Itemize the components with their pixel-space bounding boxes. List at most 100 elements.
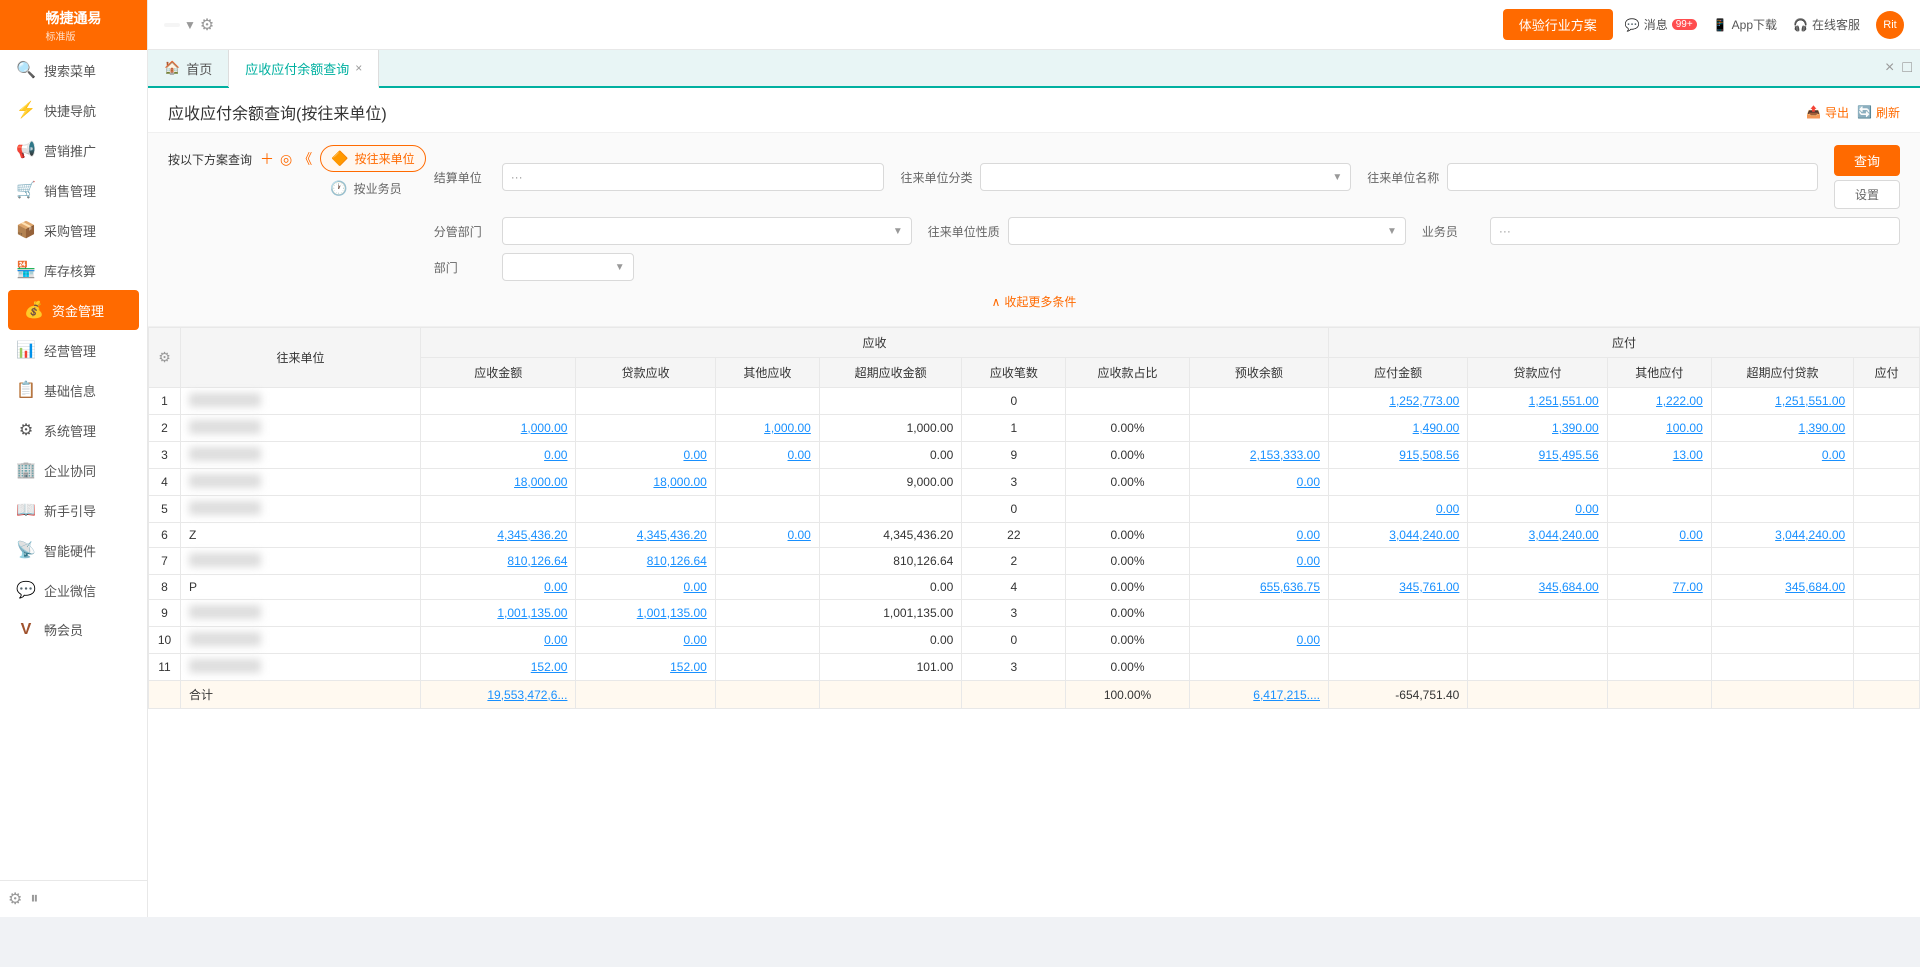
sidebar-item-nav[interactable]: ⚡ 快捷导航 bbox=[0, 90, 147, 130]
online-service-button[interactable]: 🎧 在线客服 bbox=[1793, 16, 1860, 33]
table-cell[interactable] bbox=[1711, 496, 1853, 523]
table-cell[interactable]: 1,001,135.00 bbox=[576, 600, 715, 627]
tab-fullscreen-icon[interactable]: □ bbox=[1902, 59, 1912, 77]
table-cell[interactable]: 1,252,773.00 bbox=[1329, 388, 1468, 415]
table-cell[interactable] bbox=[1607, 548, 1711, 575]
table-cell[interactable]: 810,126.64 bbox=[421, 548, 576, 575]
table-cell[interactable] bbox=[1468, 469, 1607, 496]
table-cell[interactable] bbox=[1329, 548, 1468, 575]
table-cell[interactable]: 915,508.56 bbox=[1329, 442, 1468, 469]
sidebar-item-base-info[interactable]: 📋 基础信息 bbox=[0, 370, 147, 410]
table-cell[interactable]: 345,761.00 bbox=[1329, 575, 1468, 600]
sidebar-item-inventory[interactable]: 🏪 库存核算 bbox=[0, 250, 147, 290]
table-cell[interactable]: 0.00 bbox=[421, 575, 576, 600]
refresh-button[interactable]: 🔄 刷新 bbox=[1857, 104, 1900, 121]
table-cell[interactable] bbox=[715, 575, 819, 600]
table-cell[interactable] bbox=[715, 496, 819, 523]
table-cell[interactable]: 0.00 bbox=[576, 627, 715, 654]
table-cell[interactable]: 3,044,240.00 bbox=[1711, 523, 1853, 548]
table-cell[interactable]: 0.00 bbox=[715, 523, 819, 548]
table-cell[interactable]: 0.00 bbox=[1711, 442, 1853, 469]
table-cell[interactable]: 152.00 bbox=[576, 654, 715, 681]
table-cell[interactable]: 3,044,240.00 bbox=[1468, 523, 1607, 548]
table-cell[interactable]: 18,000.00 bbox=[421, 469, 576, 496]
table-cell[interactable]: 1,000.00 bbox=[715, 415, 819, 442]
table-cell[interactable]: 2,153,333.00 bbox=[1189, 442, 1328, 469]
table-cell[interactable]: 1,390.00 bbox=[1711, 415, 1853, 442]
table-cell[interactable]: 77.00 bbox=[1607, 575, 1711, 600]
table-cell[interactable]: 810,126.64 bbox=[576, 548, 715, 575]
table-cell[interactable] bbox=[1607, 600, 1711, 627]
dropdown-icon[interactable]: ▼ bbox=[184, 18, 196, 32]
table-cell[interactable] bbox=[1189, 654, 1328, 681]
footer-rec-amount[interactable]: 19,553,472,6... bbox=[421, 681, 576, 709]
table-cell[interactable] bbox=[1189, 388, 1328, 415]
table-cell[interactable] bbox=[1468, 654, 1607, 681]
table-cell[interactable] bbox=[715, 600, 819, 627]
table-cell[interactable] bbox=[1711, 548, 1853, 575]
collapse-icon[interactable]: ⏸ bbox=[30, 890, 38, 908]
table-cell[interactable] bbox=[1711, 600, 1853, 627]
settings-button[interactable]: 设置 bbox=[1834, 180, 1900, 209]
table-cell[interactable]: 4,345,436.20 bbox=[576, 523, 715, 548]
table-cell[interactable]: 915,495.56 bbox=[1468, 442, 1607, 469]
table-cell[interactable] bbox=[1468, 548, 1607, 575]
settlement-unit-input[interactable]: ··· bbox=[502, 163, 885, 191]
table-cell[interactable] bbox=[1189, 496, 1328, 523]
table-cell[interactable]: 0.00 bbox=[1189, 469, 1328, 496]
table-cell[interactable] bbox=[1607, 496, 1711, 523]
query-button[interactable]: 查询 bbox=[1834, 145, 1900, 176]
table-cell[interactable]: 1,000.00 bbox=[421, 415, 576, 442]
table-cell[interactable] bbox=[1468, 600, 1607, 627]
table-cell[interactable]: 0.00 bbox=[576, 575, 715, 600]
table-cell[interactable] bbox=[1329, 627, 1468, 654]
sidebar-item-system[interactable]: ⚙ 系统管理 bbox=[0, 410, 147, 450]
partner-category-input[interactable]: ▼ bbox=[980, 163, 1351, 191]
settings-icon[interactable]: ⚙ bbox=[8, 889, 22, 909]
table-cell[interactable]: 1,251,551.00 bbox=[1468, 388, 1607, 415]
table-cell[interactable]: 100.00 bbox=[1607, 415, 1711, 442]
add-scheme-icon[interactable]: ＋ bbox=[260, 149, 274, 169]
table-cell[interactable]: 1,490.00 bbox=[1329, 415, 1468, 442]
table-cell[interactable]: 0.00 bbox=[421, 627, 576, 654]
table-cell[interactable] bbox=[715, 627, 819, 654]
sidebar-item-sales[interactable]: 🛒 销售管理 bbox=[0, 170, 147, 210]
sidebar-item-management[interactable]: 📊 经营管理 bbox=[0, 330, 147, 370]
table-cell[interactable]: 0.00 bbox=[1607, 523, 1711, 548]
table-cell[interactable] bbox=[715, 469, 819, 496]
table-cell[interactable] bbox=[1607, 627, 1711, 654]
table-cell[interactable] bbox=[1607, 469, 1711, 496]
department-input[interactable]: ▼ bbox=[502, 253, 634, 281]
sidebar-item-marketing[interactable]: 📢 营销推广 bbox=[0, 130, 147, 170]
table-cell[interactable]: 3,044,240.00 bbox=[1329, 523, 1468, 548]
table-cell[interactable] bbox=[1189, 600, 1328, 627]
table-cell[interactable]: 345,684.00 bbox=[1711, 575, 1853, 600]
salesperson-input[interactable]: ··· bbox=[1490, 217, 1900, 245]
th-settings[interactable]: ⚙ bbox=[149, 328, 181, 388]
collapse-scheme-icon[interactable]: 《 bbox=[298, 149, 312, 169]
sidebar-item-wechat[interactable]: 💬 企业微信 bbox=[0, 570, 147, 610]
sidebar-item-purchase[interactable]: 📦 采购管理 bbox=[0, 210, 147, 250]
sidebar-item-enterprise[interactable]: 🏢 企业协同 bbox=[0, 450, 147, 490]
table-cell[interactable]: 152.00 bbox=[421, 654, 576, 681]
table-cell[interactable]: 0.00 bbox=[1189, 627, 1328, 654]
user-avatar[interactable]: Rit bbox=[1876, 11, 1904, 39]
table-cell[interactable] bbox=[1711, 654, 1853, 681]
table-cell[interactable] bbox=[1711, 627, 1853, 654]
message-button[interactable]: 💬 消息 99+ bbox=[1625, 16, 1697, 33]
table-settings-icon[interactable]: ⚙ bbox=[158, 349, 171, 365]
collapse-bar[interactable]: ∧ 收起更多条件 bbox=[168, 289, 1900, 314]
table-cell[interactable]: 1,251,551.00 bbox=[1711, 388, 1853, 415]
sidebar-item-hardware[interactable]: 📡 智能硬件 bbox=[0, 530, 147, 570]
table-cell[interactable] bbox=[1468, 627, 1607, 654]
table-cell[interactable] bbox=[1329, 469, 1468, 496]
table-cell[interactable] bbox=[576, 388, 715, 415]
table-cell[interactable]: 0.00 bbox=[715, 442, 819, 469]
tab-close-icon[interactable]: × bbox=[355, 61, 362, 75]
sidebar-item-search[interactable]: 🔍 搜索菜单 bbox=[0, 50, 147, 90]
export-button[interactable]: 📤 导出 bbox=[1806, 104, 1849, 121]
table-cell[interactable] bbox=[421, 496, 576, 523]
table-cell[interactable] bbox=[1189, 415, 1328, 442]
dept-manager-input[interactable]: ▼ bbox=[502, 217, 912, 245]
trial-button[interactable]: 体验行业方案 bbox=[1503, 9, 1613, 40]
